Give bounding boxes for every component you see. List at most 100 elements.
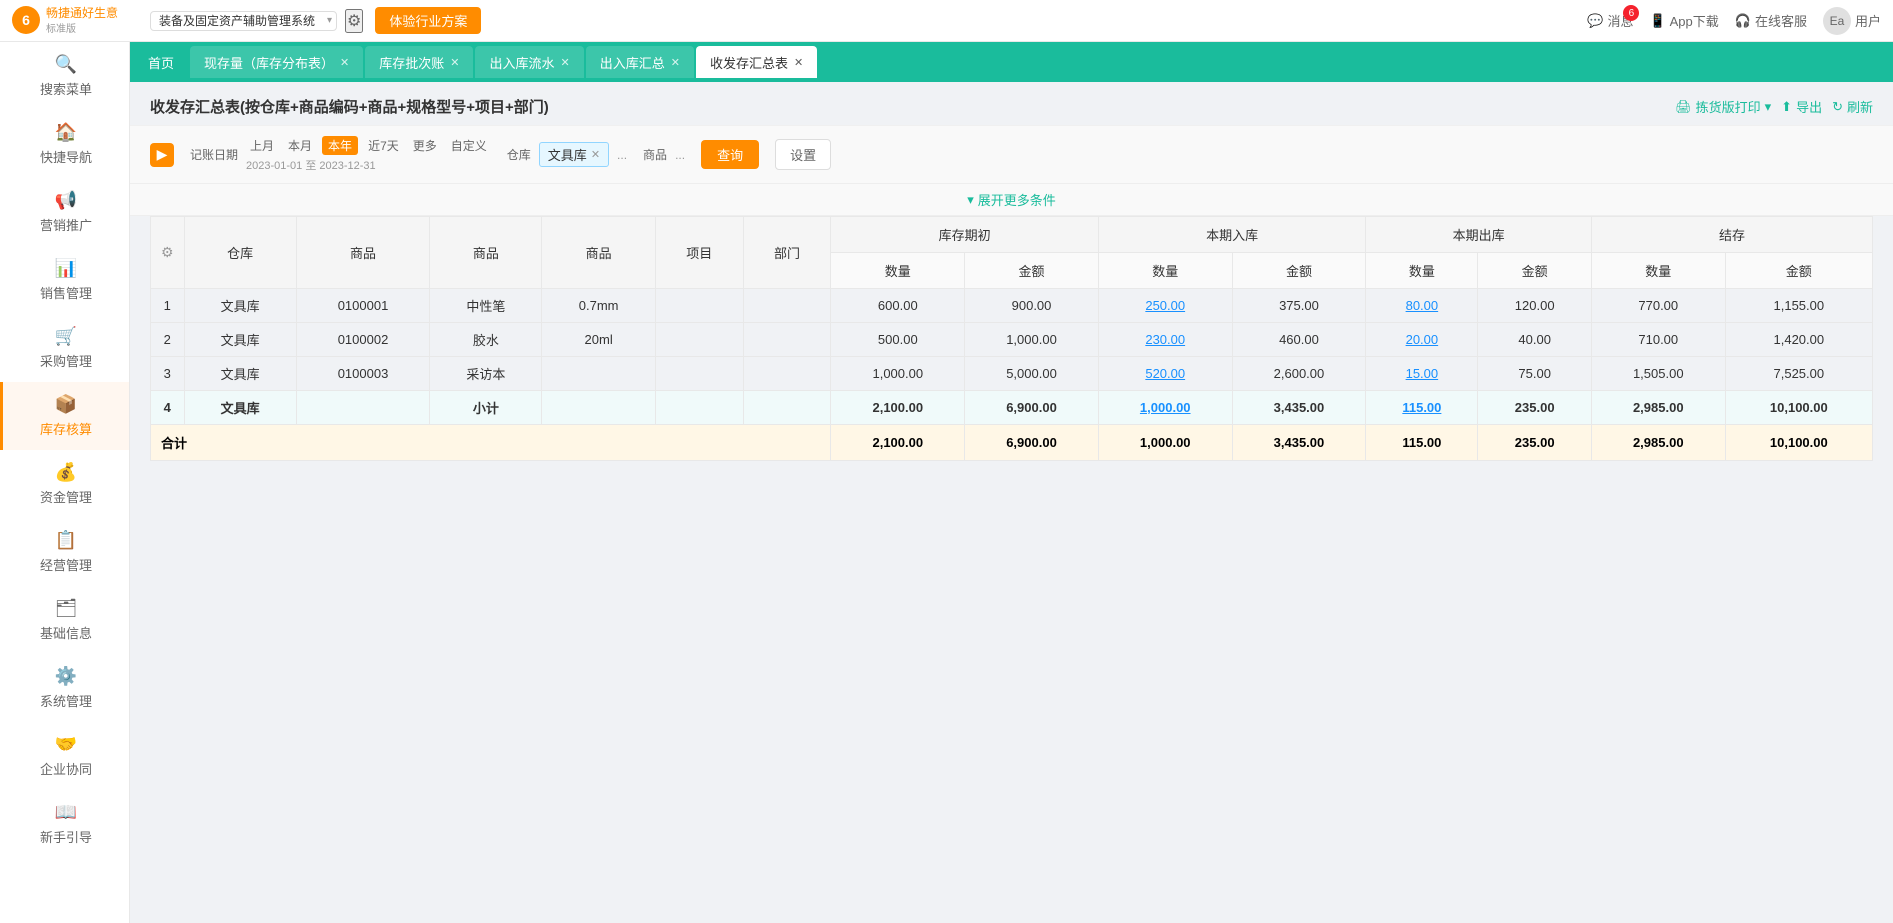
sidebar-item-newbie[interactable]: 📖 新手引导 — [0, 790, 129, 858]
sidebar-item-purchase[interactable]: 🛒 采购管理 — [0, 314, 129, 382]
user-label: 用户 — [1855, 11, 1881, 30]
logo-text: 畅捷通好生意 — [46, 6, 118, 20]
tab-recv-send-close[interactable]: ✕ — [794, 56, 803, 69]
shortcut-last-month[interactable]: 上月 — [246, 136, 278, 155]
main-layout: 🔍 搜索菜单 🏠 快捷导航 📢 营销推广 📊 销售管理 🛒 采购管理 📦 库存核… — [0, 42, 1893, 923]
message-button[interactable]: 💬 消息 6 — [1587, 11, 1633, 30]
online-service-button[interactable]: 🎧 在线客服 — [1735, 11, 1807, 30]
tab-stock-dist-close[interactable]: ✕ — [340, 56, 349, 69]
row-code: 0100001 — [296, 289, 430, 323]
row-out-qty[interactable]: 15.00 — [1366, 357, 1478, 391]
tab-inout-flow-close[interactable]: ✕ — [561, 56, 570, 69]
page-header: 收发存汇总表(按仓库+商品编码+商品+规格型号+项目+部门) 🖨 拣货版打印 ▾… — [130, 82, 1893, 126]
avatar: Ea — [1823, 7, 1851, 35]
print-button[interactable]: 🖨 拣货版打印 ▾ — [1675, 97, 1771, 116]
tab-batch[interactable]: 库存批次账 ✕ — [365, 46, 473, 78]
tab-inout-flow[interactable]: 出入库流水 ✕ — [475, 46, 583, 78]
row-in-qty[interactable]: 230.00 — [1098, 323, 1232, 357]
col-open-qty-header: 数量 — [831, 253, 965, 289]
page-title: 收发存汇总表(按仓库+商品编码+商品+规格型号+项目+部门) — [150, 96, 549, 117]
footer-label: 合计 — [151, 425, 831, 461]
row-out-qty[interactable]: 20.00 — [1366, 323, 1478, 357]
warehouse-tag: 文具库 ✕ — [539, 142, 609, 167]
column-settings-icon[interactable]: ⚙ — [161, 244, 174, 260]
tab-recv-send[interactable]: 收发存汇总表 ✕ — [696, 46, 817, 78]
tab-stock-dist[interactable]: 现存量（库存分布表） ✕ — [190, 46, 363, 78]
row-out-qty-link[interactable]: 80.00 — [1406, 298, 1439, 313]
row-index: 2 — [151, 323, 185, 357]
filter-toggle-button[interactable]: ▶ — [150, 143, 174, 167]
warehouse-more[interactable]: ... — [617, 148, 627, 162]
warehouse-tag-close[interactable]: ✕ — [591, 148, 600, 161]
row-index: 4 — [151, 391, 185, 425]
row-out-qty[interactable]: 115.00 — [1366, 391, 1478, 425]
expand-more-label: 展开更多条件 — [978, 190, 1056, 209]
table-row: 3文具库0100003采访本1,000.005,000.00520.002,60… — [151, 357, 1873, 391]
row-project — [655, 289, 743, 323]
row-name: 小计 — [430, 391, 542, 425]
row-project — [655, 357, 743, 391]
row-in-qty[interactable]: 1,000.00 — [1098, 391, 1232, 425]
tab-inout-summary[interactable]: 出入库汇总 ✕ — [586, 46, 694, 78]
sidebar-item-marketing[interactable]: 📢 营销推广 — [0, 178, 129, 246]
refresh-button[interactable]: ↻ 刷新 — [1832, 97, 1873, 116]
tab-home[interactable]: 首页 — [134, 46, 188, 78]
sidebar-item-basicinfo[interactable]: 🗂 基础信息 — [0, 586, 129, 654]
gear-button[interactable]: ⚙ — [345, 9, 363, 33]
sidebar-item-system[interactable]: ⚙️ 系统管理 — [0, 654, 129, 722]
export-button[interactable]: ⬆ 导出 — [1781, 97, 1822, 116]
clipboard-icon: 📋 — [55, 530, 77, 551]
tab-inout-summary-close[interactable]: ✕ — [671, 56, 680, 69]
col-bal-header: 结存 — [1591, 217, 1872, 253]
row-out-qty-link[interactable]: 20.00 — [1406, 332, 1439, 347]
system-selector[interactable]: 装备及固定资产辅助管理系统 — [150, 11, 337, 31]
row-in-amt: 2,600.00 — [1232, 357, 1366, 391]
warehouse-filter: 仓库 文具库 ✕ ... — [507, 142, 627, 167]
sidebar-item-collab[interactable]: 🤝 企业协同 — [0, 722, 129, 790]
row-open-qty: 1,000.00 — [831, 357, 965, 391]
table-row: 4文具库小计2,100.006,900.001,000.003,435.0011… — [151, 391, 1873, 425]
settings-button[interactable]: 设置 — [775, 139, 831, 170]
user-menu[interactable]: Ea 用户 — [1823, 7, 1881, 35]
experience-button[interactable]: 体验行业方案 — [375, 7, 481, 34]
refresh-icon: ↻ — [1832, 99, 1843, 115]
sidebar-item-operations[interactable]: 📋 经营管理 — [0, 518, 129, 586]
gear-icon: ⚙️ — [55, 666, 77, 687]
system-selector-wrap[interactable]: 装备及固定资产辅助管理系统 — [150, 11, 337, 31]
row-in-qty-link[interactable]: 1,000.00 — [1140, 400, 1191, 415]
row-out-qty[interactable]: 80.00 — [1366, 289, 1478, 323]
query-button[interactable]: 查询 — [701, 140, 759, 169]
row-in-qty-link[interactable]: 520.00 — [1145, 366, 1185, 381]
row-out-qty-link[interactable]: 15.00 — [1406, 366, 1439, 381]
row-in-qty[interactable]: 250.00 — [1098, 289, 1232, 323]
app-download-button[interactable]: 📱 App下载 — [1649, 11, 1718, 30]
row-in-qty[interactable]: 520.00 — [1098, 357, 1232, 391]
col-open-amt-header: 金额 — [965, 253, 1099, 289]
footer-open-amt: 6,900.00 — [965, 425, 1099, 461]
col-spec-header: 商品 — [542, 217, 655, 289]
shortcut-this-year[interactable]: 本年 — [322, 136, 358, 155]
row-bal-amt: 1,155.00 — [1725, 289, 1872, 323]
expand-more-button[interactable]: ▾ 展开更多条件 — [967, 190, 1056, 209]
tab-stock-dist-label: 现存量（库存分布表） — [204, 53, 334, 72]
sidebar-item-quicknav[interactable]: 🏠 快捷导航 — [0, 110, 129, 178]
row-out-qty-link[interactable]: 115.00 — [1402, 400, 1441, 415]
shortcut-more[interactable]: 更多 — [409, 136, 441, 155]
sidebar-item-search[interactable]: 🔍 搜索菜单 — [0, 42, 129, 110]
sidebar-item-collab-label: 企业协同 — [40, 759, 92, 778]
col-settings-header[interactable]: ⚙ — [151, 217, 185, 289]
shortcut-custom[interactable]: 自定义 — [447, 136, 491, 155]
folder-icon: 🗂 — [55, 598, 78, 619]
row-in-qty-link[interactable]: 230.00 — [1145, 332, 1185, 347]
shortcut-7days[interactable]: 近7天 — [364, 136, 403, 155]
sidebar-item-search-label: 搜索菜单 — [40, 79, 92, 98]
shortcut-this-month[interactable]: 本月 — [284, 136, 316, 155]
export-icon: ⬆ — [1781, 99, 1792, 115]
sidebar-item-purchase-label: 采购管理 — [40, 351, 92, 370]
sidebar-item-finance[interactable]: 💰 资金管理 — [0, 450, 129, 518]
tab-batch-close[interactable]: ✕ — [450, 56, 459, 69]
row-in-qty-link[interactable]: 250.00 — [1145, 298, 1185, 313]
sidebar-item-sales[interactable]: 📊 销售管理 — [0, 246, 129, 314]
goods-more[interactable]: ... — [675, 148, 685, 162]
sidebar-item-inventory[interactable]: 📦 库存核算 — [0, 382, 129, 450]
